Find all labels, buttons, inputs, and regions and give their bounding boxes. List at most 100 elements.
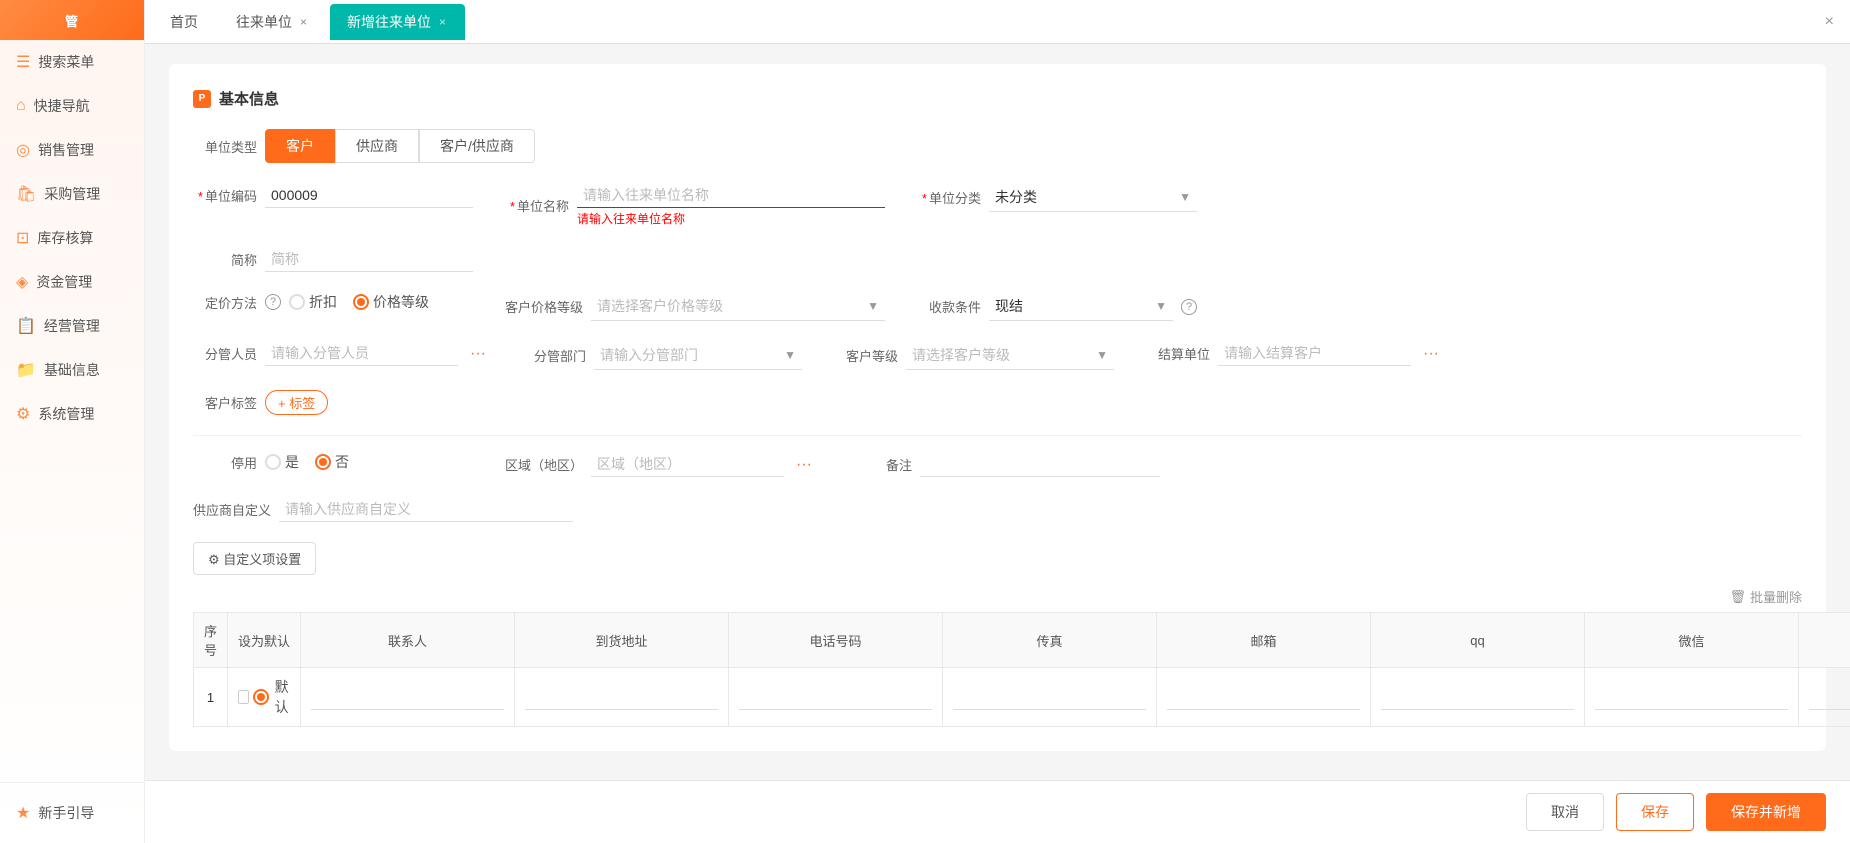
- unit-type-supplier-btn[interactable]: 供应商: [335, 129, 419, 163]
- pricing-level-option[interactable]: 价格等级: [353, 292, 429, 312]
- supplier-custom-field: 供应商自定义: [193, 497, 573, 522]
- col-address: 到货地址: [515, 613, 729, 668]
- pricing-discount-radio: [289, 294, 305, 310]
- customer-level-arrow: ▼: [1096, 348, 1108, 362]
- save-and-new-button[interactable]: 保存并新增: [1706, 793, 1826, 831]
- settlement-unit-input[interactable]: [1218, 341, 1411, 366]
- unit-category-label: 单位分类: [917, 188, 981, 207]
- table-header-row: 序号 设为默认 联系人 到货地址 电话号码 传真 邮箱 qq 微信 所在地区 操…: [194, 613, 1850, 668]
- save-button[interactable]: 保存: [1616, 793, 1694, 831]
- sidebar-item-finance[interactable]: ◈ 资金管理: [0, 260, 144, 304]
- customer-tag-label: 客户标签: [193, 393, 257, 412]
- sidebar-footer: ★ 新手引导: [0, 782, 144, 843]
- tab-partner-list-close[interactable]: ×: [298, 13, 309, 31]
- manager-label: 分管人员: [193, 344, 257, 363]
- phone-input[interactable]: [739, 685, 932, 710]
- batch-delete-label: 批量删除: [1750, 587, 1802, 606]
- unit-type-customer-btn[interactable]: 客户: [265, 129, 335, 163]
- region-dots-btn[interactable]: ···: [792, 456, 816, 474]
- customer-level-placeholder: 请选择客户等级: [912, 345, 1096, 365]
- sidebar-item-label: 快捷导航: [34, 96, 90, 116]
- region-table-input[interactable]: [1809, 685, 1850, 710]
- manager-input[interactable]: [265, 341, 458, 366]
- short-name-input[interactable]: [265, 247, 473, 272]
- sidebar-item-guide[interactable]: ★ 新手引导: [0, 791, 144, 835]
- sidebar-item-purchase[interactable]: 🛍 采购管理: [0, 172, 144, 216]
- tab-new-partner[interactable]: 新增往来单位 ×: [330, 4, 465, 40]
- unit-type-field: 单位类型 客户 供应商 客户/供应商: [193, 129, 535, 163]
- payment-terms-help-icon[interactable]: ?: [1181, 299, 1197, 315]
- disabled-label: 停用: [193, 453, 257, 472]
- payment-terms-select[interactable]: 现结 ▼: [989, 292, 1173, 321]
- settlement-unit-dots-btn[interactable]: ···: [1419, 345, 1443, 363]
- add-tag-button[interactable]: + 标签: [265, 390, 328, 415]
- supplier-custom-input[interactable]: [279, 497, 573, 522]
- customer-tag-row: 客户标签 + 标签: [193, 390, 1802, 415]
- pricing-discount-option[interactable]: 折扣: [289, 292, 337, 312]
- pricing-row: 定价方法 ? 折扣 价格等级: [193, 292, 1802, 321]
- department-label: 分管部门: [522, 346, 586, 365]
- col-phone: 电话号码: [729, 613, 943, 668]
- unit-code-input[interactable]: [265, 183, 473, 208]
- sidebar-item-quick-nav[interactable]: ⌂ 快捷导航: [0, 84, 144, 128]
- region-label: 区域（地区）: [505, 455, 583, 474]
- region-field: 区域（地区） ···: [505, 452, 816, 477]
- batch-delete-button[interactable]: 🗑 批量删除: [1729, 587, 1802, 606]
- cell-email: [1157, 668, 1371, 727]
- col-contact: 联系人: [301, 613, 515, 668]
- sidebar-item-operations[interactable]: 📋 经营管理: [0, 304, 144, 348]
- col-fax: 传真: [943, 613, 1157, 668]
- tab-new-partner-close[interactable]: ×: [437, 13, 448, 31]
- unit-name-field: 单位名称 请输入往来单位名称: [505, 183, 885, 227]
- customer-price-level-select[interactable]: 请选择客户价格等级 ▼: [591, 292, 885, 321]
- disabled-yes-option[interactable]: 是: [265, 452, 299, 472]
- department-select[interactable]: 请输入分管部门 ▼: [594, 341, 802, 370]
- cancel-button[interactable]: 取消: [1526, 793, 1604, 831]
- guide-icon: ★: [16, 803, 30, 823]
- row-checkbox[interactable]: [238, 690, 249, 704]
- manager-dots-btn[interactable]: ···: [466, 345, 490, 363]
- sidebar-item-search[interactable]: ☰ 搜索菜单: [0, 40, 144, 84]
- unit-name-input[interactable]: [577, 183, 885, 208]
- custom-settings-button[interactable]: ⚙ 自定义项设置: [193, 542, 316, 575]
- row-default-label: 默认: [273, 677, 290, 717]
- region-input[interactable]: [591, 452, 784, 477]
- tab-home[interactable]: 首页: [153, 4, 215, 40]
- section-title: P 基本信息: [193, 88, 1802, 109]
- sidebar-item-basic-info[interactable]: 📁 基础信息: [0, 348, 144, 392]
- unit-code-field: 单位编码: [193, 183, 473, 208]
- cell-fax: [943, 668, 1157, 727]
- fax-input[interactable]: [953, 685, 1146, 710]
- sidebar-item-label: 经营管理: [44, 316, 100, 336]
- unit-type-group: 客户 供应商 客户/供应商: [265, 129, 535, 163]
- remark-input[interactable]: [920, 452, 1160, 477]
- customer-level-select[interactable]: 请选择客户等级 ▼: [906, 341, 1114, 370]
- sidebar-item-label: 库存核算: [37, 228, 93, 248]
- qq-input[interactable]: [1381, 685, 1574, 710]
- unit-name-error: 请输入往来单位名称: [577, 210, 885, 227]
- inventory-icon: ⊡: [16, 228, 29, 248]
- contact-input[interactable]: [311, 685, 504, 710]
- settlement-unit-field: 结算单位 ···: [1146, 341, 1443, 366]
- address-input[interactable]: [525, 685, 718, 710]
- customer-price-level-arrow: ▼: [867, 299, 879, 313]
- col-default: 设为默认: [228, 613, 301, 668]
- sidebar-item-sales[interactable]: ◎ 销售管理: [0, 128, 144, 172]
- close-all-tabs-button[interactable]: ×: [1817, 9, 1842, 35]
- unit-category-select[interactable]: 未分类 ▼: [989, 183, 1197, 212]
- cell-contact: [301, 668, 515, 727]
- row-default-radio[interactable]: 默认: [253, 677, 290, 717]
- disabled-no-option[interactable]: 否: [315, 452, 349, 472]
- email-input[interactable]: [1167, 685, 1360, 710]
- batch-delete-area: 🗑 批量删除: [193, 587, 1802, 606]
- basic-info-card: P 基本信息 单位类型 客户 供应商 客户/供应商: [169, 64, 1826, 751]
- main-content: 首页 往来单位 × 新增往来单位 × × P 基本信息 单位类型: [145, 0, 1850, 843]
- customer-level-label: 客户等级: [834, 346, 898, 365]
- tab-partner-list[interactable]: 往来单位 ×: [219, 4, 326, 40]
- sidebar-item-inventory[interactable]: ⊡ 库存核算: [0, 216, 144, 260]
- sidebar-item-system[interactable]: ⚙ 系统管理: [0, 392, 144, 436]
- col-index: 序号: [194, 613, 228, 668]
- unit-type-both-btn[interactable]: 客户/供应商: [419, 129, 535, 163]
- pricing-help-icon[interactable]: ?: [265, 294, 281, 310]
- wechat-input[interactable]: [1595, 685, 1788, 710]
